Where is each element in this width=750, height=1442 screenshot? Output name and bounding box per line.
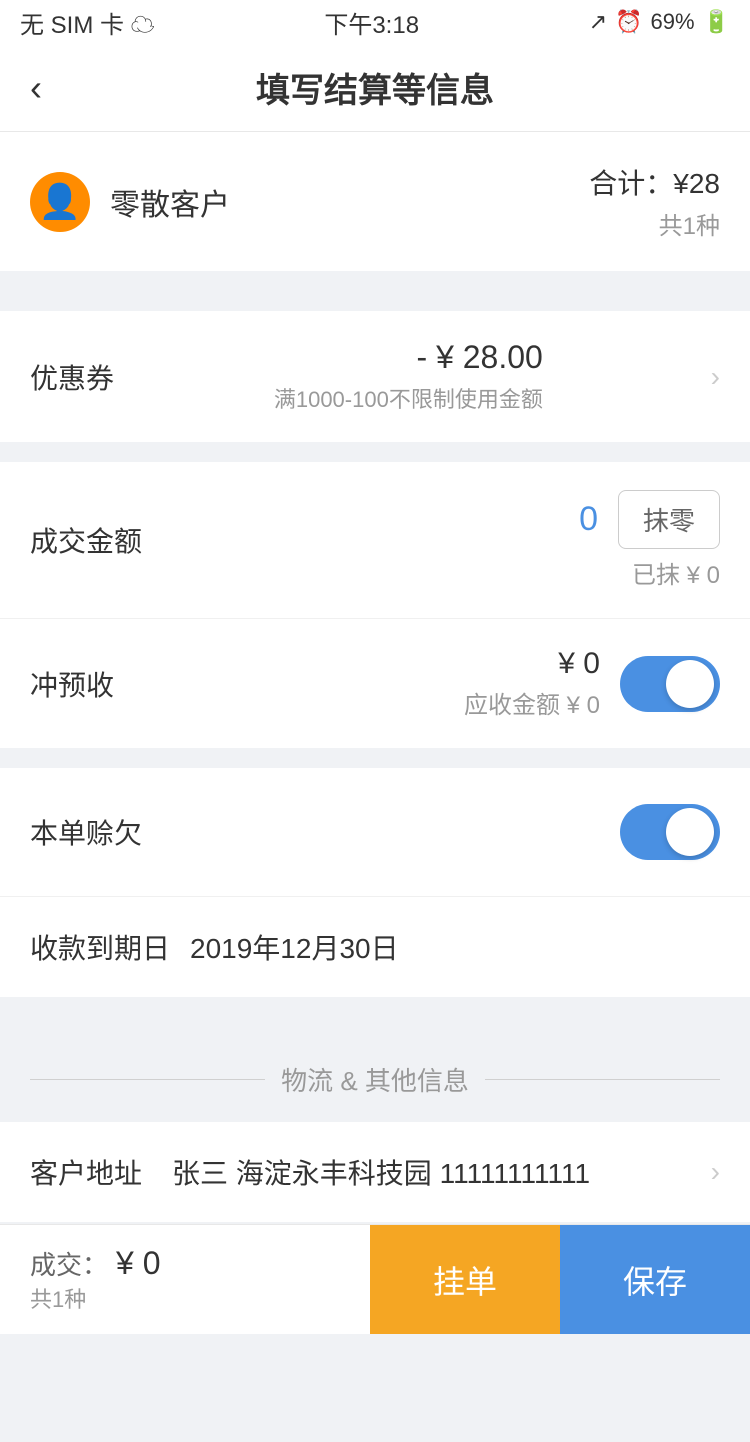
address-label: 客户地址 (30, 1152, 142, 1192)
address-chevron-icon: › (711, 1156, 720, 1188)
pre-receive-sub: 应收金额 ¥ 0 (464, 685, 600, 720)
battery-text: 69% (651, 9, 695, 35)
divider-right (485, 1079, 720, 1080)
sim-status: 无 SIM 卡 ☁ (20, 5, 155, 40)
pre-receive-label: 冲预收 (30, 664, 114, 704)
credit-label: 本单赊欠 (30, 812, 142, 852)
bottom-bar: 成交： ¥ 0 共1种 挂单 保存 (0, 1224, 750, 1334)
bottom-info: 成交： ¥ 0 共1种 (0, 1225, 370, 1334)
back-button[interactable]: ‹ (30, 67, 42, 109)
deal-amount-row: 成交金额 0 抹零 已抹 ¥ 0 (0, 462, 750, 618)
pre-receive-toggle[interactable] (620, 656, 720, 712)
total-count: 共1种 (589, 206, 720, 241)
status-time: 下午3:18 (324, 5, 419, 40)
deal-input-area: 0 抹零 (579, 490, 720, 549)
deal-sub-label: 已抹 ¥ 0 (632, 555, 720, 590)
save-button[interactable]: 保存 (560, 1225, 750, 1334)
deal-value[interactable]: 0 (579, 500, 598, 539)
status-right: ↗ ⏰ 69% 🔋 (589, 9, 730, 35)
bottom-deal-label: 成交： (30, 1245, 108, 1282)
coupon-desc: 满1000-100不限制使用金额 (274, 382, 543, 414)
pre-receive-amount: ¥ 0 (558, 647, 600, 681)
logistics-section: 物流 & 其他信息 (0, 1037, 750, 1122)
address-row[interactable]: 客户地址 张三 海淀永丰科技园 11111111111 › (0, 1122, 750, 1222)
credit-row: 本单赊欠 (0, 768, 750, 896)
credit-toggle-thumb (666, 808, 714, 856)
credit-section: 本单赊欠 收款到期日 2019年12月30日 (0, 768, 750, 997)
toggle-thumb (666, 660, 714, 708)
total-amount: 合计：¥28 (589, 162, 720, 202)
logistics-title: 物流 & 其他信息 (281, 1061, 469, 1098)
nav-bar: ‹ 填写结算等信息 (0, 44, 750, 132)
location-icon: ↗ (589, 9, 607, 35)
deal-right: 0 抹零 已抹 ¥ 0 (579, 490, 720, 590)
user-icon: 👤 (39, 182, 81, 222)
coupon-amount: - ¥ 28.00 (417, 339, 543, 376)
coupon-section: 优惠券 - ¥ 28.00 满1000-100不限制使用金额 › (0, 311, 750, 442)
customer-name: 零散客户 (110, 180, 230, 224)
deal-amount-label: 成交金额 (30, 520, 142, 560)
due-date-row: 收款到期日 2019年12月30日 (0, 896, 750, 997)
coupon-row[interactable]: 优惠券 - ¥ 28.00 满1000-100不限制使用金额 › (0, 311, 750, 442)
customer-left: 👤 零散客户 (30, 172, 230, 232)
divider-left (30, 1079, 265, 1080)
deal-section: 成交金额 0 抹零 已抹 ¥ 0 冲预收 ¥ 0 应收金额 ¥ 0 (0, 462, 750, 748)
coupon-chevron-icon: › (711, 361, 720, 393)
status-bar: 无 SIM 卡 ☁ 下午3:18 ↗ ⏰ 69% 🔋 (0, 0, 750, 44)
due-date-value[interactable]: 2019年12月30日 (190, 927, 399, 967)
pre-receive-vals: ¥ 0 应收金额 ¥ 0 (464, 647, 720, 720)
status-left: 无 SIM 卡 ☁ (20, 5, 155, 40)
pre-receive-right: ¥ 0 应收金额 ¥ 0 (464, 647, 720, 720)
avatar: 👤 (30, 172, 90, 232)
battery-icon: 🔋 (703, 9, 730, 35)
credit-toggle[interactable] (620, 804, 720, 860)
address-section: 客户地址 张三 海淀永丰科技园 11111111111 › (0, 1122, 750, 1222)
address-value: 张三 海淀永丰科技园 11111111111 (172, 1152, 681, 1192)
page-title: 填写结算等信息 (256, 63, 494, 112)
coupon-label: 优惠券 (30, 357, 114, 397)
customer-row: 👤 零散客户 合计：¥28 共1种 (0, 132, 750, 271)
round-off-button[interactable]: 抹零 (618, 490, 720, 549)
alarm-icon: ⏰ (615, 9, 642, 35)
bottom-deal-count: 共1种 (30, 1282, 340, 1314)
pre-receive-row: 冲预收 ¥ 0 应收金额 ¥ 0 (0, 618, 750, 748)
customer-summary: 合计：¥28 共1种 (589, 162, 720, 241)
customer-section: 👤 零散客户 合计：¥28 共1种 (0, 132, 750, 271)
coupon-right: - ¥ 28.00 满1000-100不限制使用金额 (274, 339, 543, 414)
bottom-deal-amount: ¥ 0 (116, 1245, 160, 1282)
hold-button[interactable]: 挂单 (370, 1225, 560, 1334)
logistics-divider: 物流 & 其他信息 (30, 1061, 720, 1098)
due-date-label: 收款到期日 (30, 927, 170, 967)
